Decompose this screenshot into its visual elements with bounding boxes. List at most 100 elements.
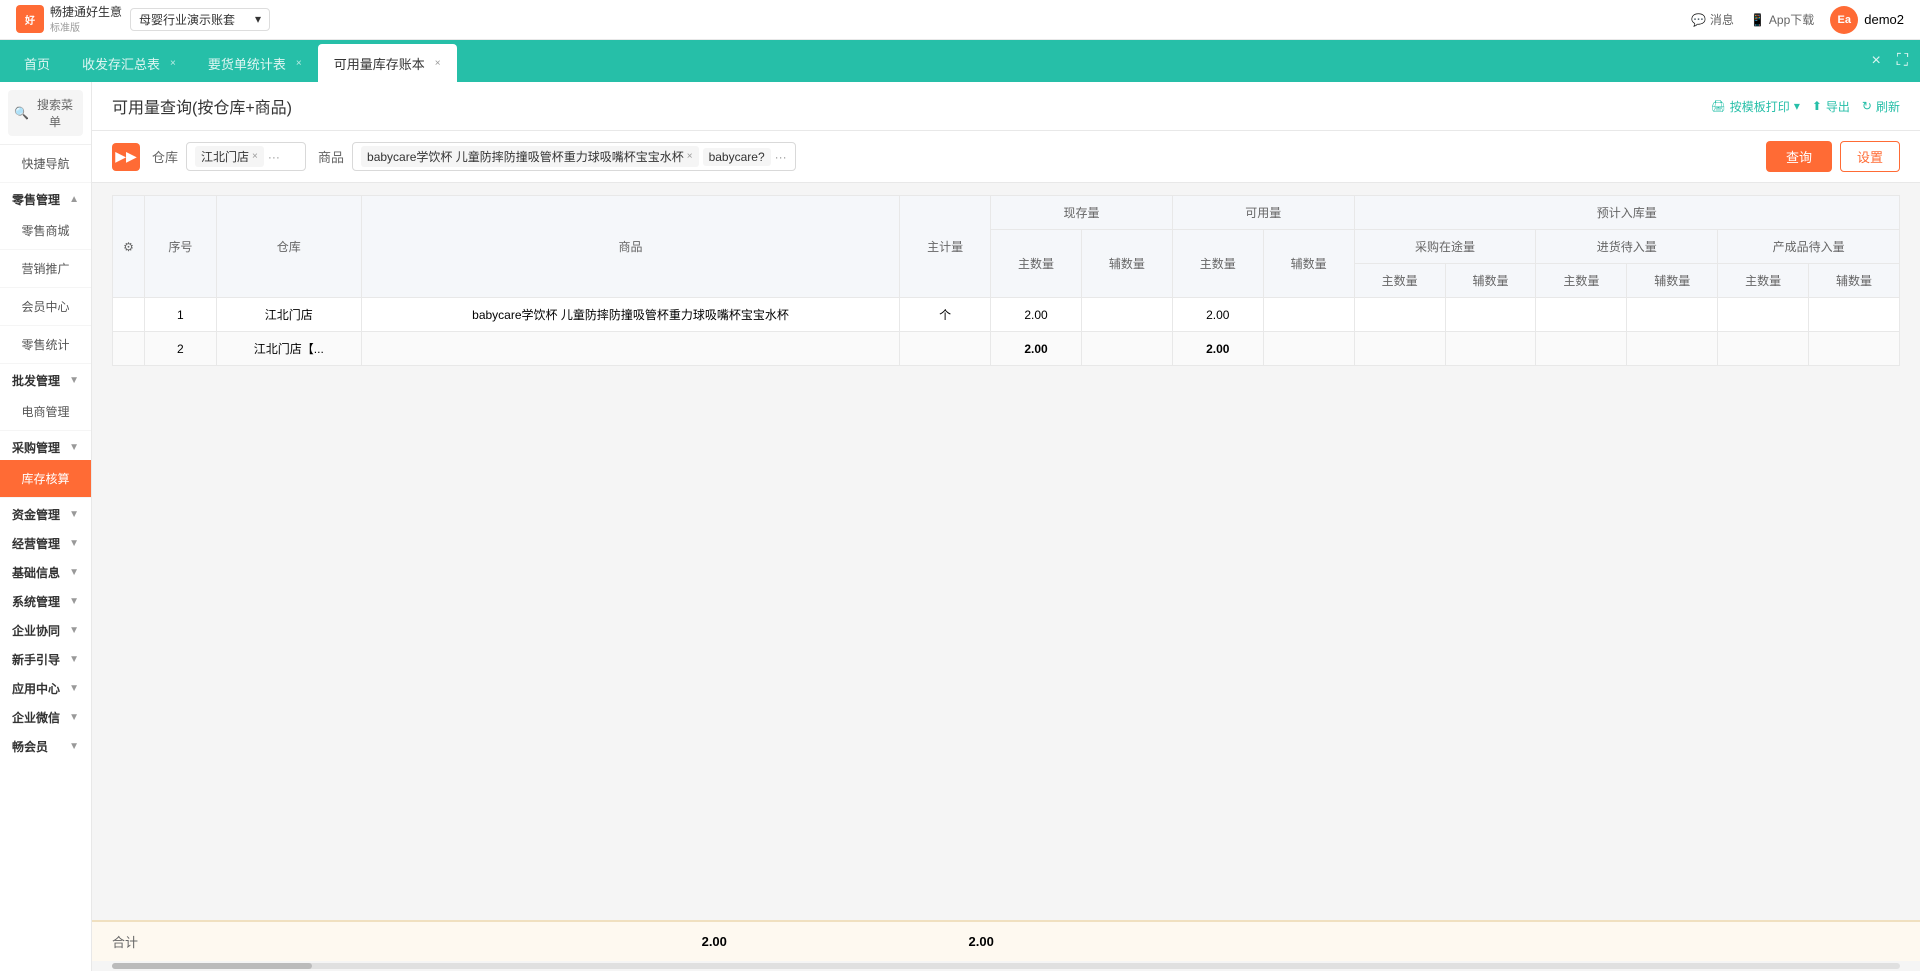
export-label: 导出	[1826, 98, 1850, 115]
page-title: 可用量查询(按仓库+商品)	[112, 94, 292, 118]
refresh-btn[interactable]: ↻ 刷新	[1862, 98, 1900, 115]
settings-button[interactable]: 设置	[1840, 141, 1900, 172]
sidebar-section-system-label: 系统管理	[12, 593, 60, 610]
sidebar-section-wechat[interactable]: 企业微信 ▼	[0, 701, 91, 730]
app-download-btn[interactable]: 📱 App下载	[1750, 11, 1814, 28]
tab-order[interactable]: 要货单统计表 ×	[192, 44, 318, 82]
tab-receive[interactable]: 收发存汇总表 ×	[66, 44, 192, 82]
table-row: 1 江北门店 babycare学饮杯 儿童防摔防撞吸管杯重力球吸嘴杯宝宝水杯 个…	[113, 298, 1900, 332]
cell-warehouse-1: 江北门店	[216, 298, 361, 332]
search-menu-btn[interactable]: 🔍 搜索菜单	[8, 90, 83, 136]
sidebar-section-enterprise[interactable]: 企业协同 ▼	[0, 614, 91, 643]
table-container: ⚙ 序号 仓库 商品 主计量 现存量 可用量 预计入库量 主数量 辅数量 主数量…	[92, 183, 1920, 920]
tab-available-label: 可用量库存账本	[334, 54, 425, 73]
sidebar-section-newbie[interactable]: 新手引导 ▼	[0, 643, 91, 672]
industry-select[interactable]: 母婴行业演示账套 ▾	[130, 8, 270, 31]
warehouse-tag-remove[interactable]: ×	[252, 151, 258, 162]
cell-num-2: 2	[145, 332, 217, 366]
tab-available[interactable]: 可用量库存账本 ×	[318, 44, 457, 82]
sidebar-section-member[interactable]: 畅会员 ▼	[0, 730, 91, 759]
cell-purchase-aux-1	[1445, 298, 1536, 332]
chevron-new-icon: ▼	[69, 654, 79, 665]
cell-unit-2	[900, 332, 991, 366]
tab-order-close[interactable]: ×	[296, 58, 302, 69]
sidebar-item-member-center[interactable]: 会员中心	[0, 288, 91, 326]
filter-area: ▶▶ 仓库 江北门店 × ··· 商品 babycare学饮杯 儿童防摔防撞吸管…	[92, 131, 1920, 183]
footer-stock-main: 2.00	[702, 934, 727, 949]
sidebar-item-retail-stats[interactable]: 零售统计	[0, 326, 91, 364]
scroll-track[interactable]	[112, 963, 1900, 969]
warehouse-filter-group: 仓库 江北门店 × ···	[152, 142, 306, 171]
message-icon: 💬	[1691, 13, 1706, 27]
chevron-wx-icon: ▼	[69, 712, 79, 723]
user-area[interactable]: Ea demo2	[1830, 6, 1904, 34]
print-btn[interactable]: 🖨 按模板打印 ▾	[1711, 98, 1800, 115]
sidebar-item-retail-mall[interactable]: 零售商城	[0, 212, 91, 250]
refresh-label: 刷新	[1876, 98, 1900, 115]
sidebar-item-inventory[interactable]: 库存核算	[0, 460, 91, 498]
chevron-app-icon: ▼	[69, 683, 79, 694]
product-filter-input[interactable]: babycare学饮杯 儿童防摔防撞吸管杯重力球吸嘴杯宝宝水杯 × babyca…	[352, 142, 796, 171]
chevron-right-icon: ▼	[69, 442, 79, 453]
sidebar-section-member-label: 畅会员	[12, 738, 48, 755]
tab-home[interactable]: 首页	[8, 44, 66, 82]
chevron-finance-icon: ▼	[69, 509, 79, 520]
print-icon: 🖨	[1711, 99, 1726, 113]
nav-tabs: 首页 收发存汇总表 × 要货单统计表 × 可用量库存账本 × × ⛶	[0, 40, 1920, 82]
th-available-aux: 辅数量	[1263, 230, 1354, 298]
maximize-btn[interactable]: ⛶	[1893, 48, 1912, 74]
warehouse-more[interactable]: ···	[268, 150, 280, 164]
tab-order-label: 要货单统计表	[208, 54, 286, 73]
search-icon: 🔍	[14, 106, 29, 120]
th-num: 序号	[145, 196, 217, 298]
sidebar-section-basic[interactable]: 基础信息 ▼	[0, 556, 91, 585]
top-bar: 好 畅捷通好生意 标准版 母婴行业演示账套 ▾ 💬 消息 📱 App下载 Ea …	[0, 0, 1920, 40]
close-all-btn[interactable]: ×	[1867, 48, 1884, 74]
cell-available-aux-2	[1263, 332, 1354, 366]
sidebar-section-finance[interactable]: 资金管理 ▼	[0, 498, 91, 527]
app-label: App下载	[1769, 11, 1814, 28]
cell-num-1: 1	[145, 298, 217, 332]
warehouse-filter-input[interactable]: 江北门店 × ···	[186, 142, 306, 171]
query-button[interactable]: 查询	[1766, 141, 1832, 172]
sidebar-section-wholesale-label: 批发管理	[12, 372, 60, 389]
logo-text-area: 畅捷通好生意 标准版	[50, 5, 122, 34]
product-tag-1-remove[interactable]: ×	[687, 151, 693, 162]
top-bar-right: 💬 消息 📱 App下载 Ea demo2	[1691, 6, 1904, 34]
sidebar-section-appstore[interactable]: 应用中心 ▼	[0, 672, 91, 701]
cell-production-main-1	[1718, 298, 1809, 332]
cell-stock-aux-1	[1081, 298, 1172, 332]
sidebar-item-marketing[interactable]: 营销推广	[0, 250, 91, 288]
product-filter-label: 商品	[318, 147, 344, 166]
cell-arrival-aux-2	[1627, 332, 1718, 366]
avatar-text: Ea	[1838, 14, 1851, 26]
sidebar-section-purchase[interactable]: 采购管理 ▼	[0, 431, 91, 460]
sidebar-section-wholesale[interactable]: 批发管理 ▼	[0, 364, 91, 393]
tab-receive-label: 收发存汇总表	[82, 54, 160, 73]
message-btn[interactable]: 💬 消息	[1691, 11, 1734, 28]
sidebar-section-retail[interactable]: 零售管理 ▲	[0, 183, 91, 212]
top-bar-left: 好 畅捷通好生意 标准版 母婴行业演示账套 ▾	[16, 5, 270, 34]
th-stock-aux: 辅数量	[1081, 230, 1172, 298]
sidebar-section-purchase-label: 采购管理	[12, 439, 60, 456]
cell-purchase-main-1	[1354, 298, 1445, 332]
sidebar-item-quick-nav[interactable]: 快捷导航	[0, 145, 91, 183]
filter-expand-btn[interactable]: ▶▶	[112, 143, 140, 171]
export-btn[interactable]: ⬆ 导出	[1812, 98, 1850, 115]
cell-purchase-aux-2	[1445, 332, 1536, 366]
sidebar-item-ecommerce[interactable]: 电商管理	[0, 393, 91, 431]
product-more[interactable]: ···	[775, 150, 787, 164]
tab-available-close[interactable]: ×	[435, 58, 441, 69]
page-header: 可用量查询(按仓库+商品) 🖨 按模板打印 ▾ ⬆ 导出 ↻ 刷新	[92, 82, 1920, 131]
th-unit: 主计量	[900, 196, 991, 298]
sidebar-section-operations[interactable]: 经营管理 ▼	[0, 527, 91, 556]
scroll-thumb[interactable]	[112, 963, 312, 969]
chevron-ent-icon: ▼	[69, 625, 79, 636]
page-actions: 🖨 按模板打印 ▾ ⬆ 导出 ↻ 刷新	[1711, 98, 1900, 115]
th-settings[interactable]: ⚙	[113, 196, 145, 298]
content-area: 可用量查询(按仓库+商品) 🖨 按模板打印 ▾ ⬆ 导出 ↻ 刷新 ▶▶	[92, 82, 1920, 971]
sidebar-section-system[interactable]: 系统管理 ▼	[0, 585, 91, 614]
warehouse-tag-text: 江北门店	[201, 148, 249, 165]
tab-receive-close[interactable]: ×	[170, 58, 176, 69]
th-production-aux: 辅数量	[1809, 264, 1900, 298]
